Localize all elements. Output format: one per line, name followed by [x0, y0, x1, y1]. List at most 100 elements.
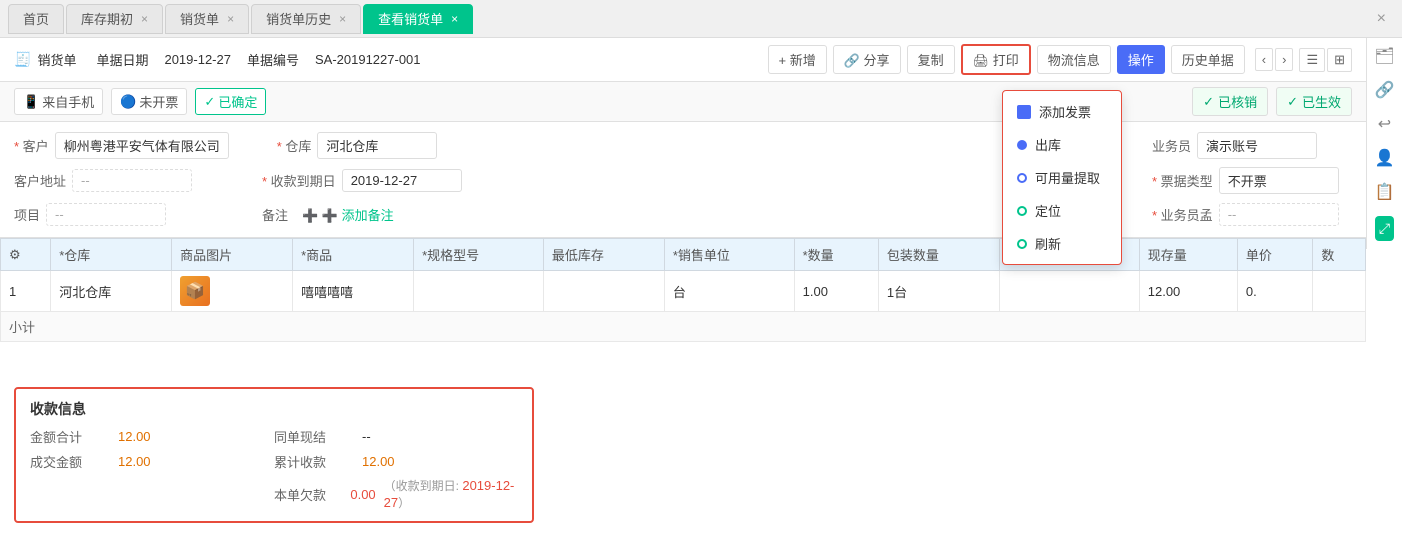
balance-value: 0.00: [350, 487, 375, 502]
row-min-stock: [543, 271, 664, 312]
col-qty[interactable]: *数量: [794, 239, 878, 271]
employee-field: 业务员 演示账号: [1152, 132, 1352, 159]
col-pack-qty[interactable]: 包装数量: [878, 239, 999, 271]
salesperson-field: 业务员孟 --: [1152, 203, 1352, 226]
remark-add[interactable]: ➕ ➕ 添加备注: [294, 202, 414, 227]
sidebar-icon-clipboard[interactable]: 📋: [1375, 182, 1395, 202]
row-available: [999, 271, 1139, 312]
col-extra[interactable]: 数: [1313, 239, 1366, 271]
outbound-dot: [1017, 140, 1027, 150]
col-warehouse[interactable]: *仓库: [51, 239, 172, 271]
operations-button[interactable]: 操作: [1117, 45, 1165, 74]
document-header: 🧾 销货单 单据日期 2019-12-27 单据编号 SA-20191227-0…: [0, 38, 1366, 82]
operations-dropdown: 添加发票 出库 可用量提取 定位 刷新: [1002, 90, 1122, 265]
employee-value[interactable]: 演示账号: [1197, 132, 1317, 159]
doc-type-label: 销货单: [37, 50, 76, 69]
sidebar-icon-user[interactable]: 👤: [1375, 148, 1395, 168]
sidebar-icon-undo[interactable]: ↩: [1378, 114, 1391, 134]
address-value[interactable]: --: [72, 169, 192, 192]
tab-view-sales-close[interactable]: ×: [451, 12, 458, 26]
tab-sales-close[interactable]: ×: [227, 12, 234, 26]
copy-button[interactable]: 复制: [907, 45, 955, 74]
not-open-ticket-button[interactable]: 🔵 未开票: [111, 88, 187, 115]
next-button[interactable]: ›: [1275, 48, 1293, 71]
date-label: 单据日期: [96, 50, 148, 69]
history-button[interactable]: 历史单据: [1171, 45, 1245, 74]
form-area: 客户 柳州粤港平安气体有限公司 仓库 河北仓库 业务员 演示账号 客户地址 --: [0, 122, 1366, 237]
col-product[interactable]: *商品: [293, 239, 414, 271]
view-buttons: ☰ ⊞: [1299, 48, 1352, 72]
dropdown-add-invoice[interactable]: 添加发票: [1003, 95, 1121, 128]
available-dot: [1017, 173, 1027, 183]
warehouse-label: 仓库: [277, 136, 312, 155]
dropdown-refresh[interactable]: 刷新: [1003, 227, 1121, 260]
print-button[interactable]: 🖨 打印: [961, 44, 1031, 75]
product-table: ⚙ *仓库 商品图片 *商品 *规格型号 最低库存 *销售单位 *数量 包装数量…: [0, 237, 1366, 377]
cumulative-label: 累计收款: [274, 452, 354, 471]
customer-value[interactable]: 柳州粤港平安气体有限公司: [55, 132, 229, 159]
salesperson-value[interactable]: --: [1219, 203, 1339, 226]
row-pack-qty: 1台: [878, 271, 999, 312]
ticket-type-value[interactable]: 不开票: [1219, 167, 1339, 194]
window-close-button[interactable]: ×: [1369, 10, 1394, 28]
document-title: 🧾 销货单: [14, 50, 76, 69]
due-date-value[interactable]: 2019-12-27: [342, 169, 462, 192]
sidebar-icon-doc[interactable]: 🗂: [1374, 46, 1394, 66]
no-value: SA-20191227-001: [315, 52, 421, 67]
sidebar-icon-expand[interactable]: ⤢: [1375, 216, 1394, 241]
project-value[interactable]: --: [46, 203, 166, 226]
cumulative-item: 累计收款 12.00: [274, 452, 518, 471]
tab-view-sales[interactable]: 查看销货单 ×: [363, 4, 473, 34]
add-button[interactable]: + 新增: [768, 45, 827, 74]
dropdown-locate[interactable]: 定位: [1003, 194, 1121, 227]
row-warehouse: 河北仓库: [51, 271, 172, 312]
tab-sales[interactable]: 销货单 ×: [165, 4, 249, 34]
doc-meta: 单据日期 2019-12-27 单据编号 SA-20191227-001: [96, 50, 420, 69]
row-qty: 1.00: [794, 271, 878, 312]
ticket-type-label: 票据类型: [1152, 171, 1213, 190]
confirmed-button[interactable]: ✓ 已确定: [195, 88, 266, 115]
due-date-field: 收款到期日 2019-12-27: [262, 169, 462, 192]
row-product: 嘻嘻嘻嘻: [293, 271, 414, 312]
col-product-img: 商品图片: [172, 239, 293, 271]
col-gear[interactable]: ⚙: [1, 239, 51, 271]
row-unit: 台: [664, 271, 794, 312]
subtotal-row: 小计: [1, 312, 1366, 342]
dropdown-outbound[interactable]: 出库: [1003, 128, 1121, 161]
dropdown-available-qty[interactable]: 可用量提取: [1003, 161, 1121, 194]
total-amount-label: 金额合计: [30, 427, 110, 446]
share-button[interactable]: 🔗 分享: [833, 45, 901, 74]
balance-label: 本单欠款: [274, 485, 342, 504]
payment-info-box: 收款信息 金额合计 12.00 同单现结 -- 成交金额 12.00 累计收款 …: [14, 387, 534, 523]
col-min-stock[interactable]: 最低库存: [543, 239, 664, 271]
tab-sales-history-close[interactable]: ×: [339, 12, 346, 26]
project-field: 项目 --: [14, 203, 214, 226]
tab-inventory-close[interactable]: ×: [141, 12, 148, 26]
tab-sales-history[interactable]: 销货单历史 ×: [251, 4, 361, 34]
list-view-button[interactable]: ☰: [1299, 48, 1325, 72]
col-unit[interactable]: *销售单位: [664, 239, 794, 271]
date-value: 2019-12-27: [164, 52, 231, 67]
prev-button[interactable]: ‹: [1255, 48, 1273, 71]
col-spec[interactable]: *规格型号: [414, 239, 544, 271]
doc-type-icon: 🧾: [14, 51, 31, 68]
row-spec: [414, 271, 544, 312]
form-row-1: 客户 柳州粤港平安气体有限公司 仓库 河北仓库 业务员 演示账号: [14, 132, 1352, 159]
sidebar-icon-link[interactable]: 🔗: [1375, 80, 1395, 100]
logistics-button[interactable]: 物流信息: [1037, 45, 1111, 74]
tab-home[interactable]: 首页: [8, 4, 64, 34]
transaction-label: 成交金额: [30, 452, 110, 471]
grid-view-button[interactable]: ⊞: [1327, 48, 1352, 72]
balance-hint: （收款到期日: 2019-12-27）: [384, 477, 518, 511]
ticket-icon: 🔵: [120, 94, 136, 110]
col-current[interactable]: 现存量: [1139, 239, 1237, 271]
effective-button[interactable]: ✓ 已生效: [1276, 87, 1352, 116]
canceled-button[interactable]: ✓ 已核销: [1192, 87, 1268, 116]
col-price[interactable]: 单价: [1237, 239, 1312, 271]
warehouse-field: 仓库 河北仓库: [277, 132, 477, 159]
tab-inventory[interactable]: 库存期初 ×: [66, 4, 163, 34]
no-label: 单据编号: [247, 50, 299, 69]
warehouse-value[interactable]: 河北仓库: [317, 132, 437, 159]
total-amount-item: 金额合计 12.00: [30, 427, 274, 446]
from-phone-button[interactable]: 📱 来自手机: [14, 88, 103, 115]
